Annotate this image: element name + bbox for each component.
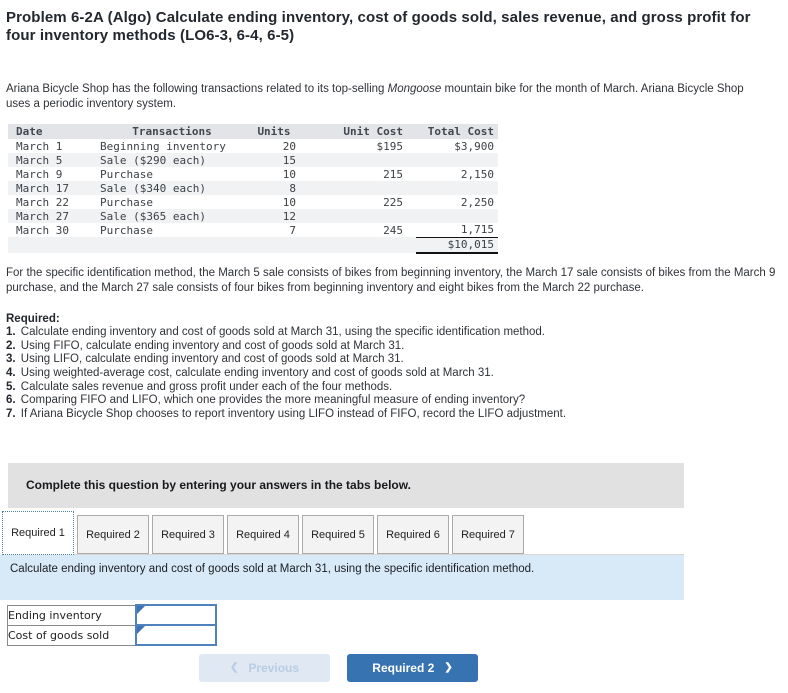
required-item: 1. Calculate ending inventory and cost o… (6, 326, 545, 339)
cost-of-goods-sold-label: Cost of goods sold (7, 624, 136, 646)
required-item: 7. If Ariana Bicycle Shop chooses to rep… (6, 407, 567, 420)
cost-of-goods-sold-input[interactable] (136, 626, 215, 645)
intro-text-pre: Ariana Bicycle Shop has the following tr… (6, 83, 388, 95)
col-header-date: Date (8, 124, 98, 139)
previous-button[interactable]: ❮ Previous (199, 654, 330, 683)
required-heading: Required: (6, 312, 60, 325)
input-corner-marker-icon (136, 626, 145, 635)
table-row: March 22 Purchase 10 225 2,250 (8, 195, 498, 209)
table-row: March 30 Purchase 7 245 1,715 (8, 223, 498, 238)
tab-required-7[interactable]: Required 7 (452, 515, 524, 555)
required-tabs: Required 1 Required 2 Required 3 Require… (2, 511, 684, 556)
cost-of-goods-sold-cell (134, 624, 217, 647)
tab-required-3[interactable]: Required 3 (152, 515, 224, 555)
col-header-units: Units (246, 124, 308, 139)
answer-table: Ending inventory Cost of goods sold (7, 604, 217, 647)
tab-required-2[interactable]: Required 2 (77, 515, 149, 555)
required-item: 5. Calculate sales revenue and gross pro… (6, 380, 393, 393)
problem-page: Problem 6-2A (Algo) Calculate ending inv… (0, 0, 788, 693)
required-item: 6. Comparing FIFO and LIFO, which one pr… (6, 394, 526, 407)
table-row: March 27 Sale ($365 each) 12 (8, 209, 498, 223)
chevron-left-icon: ❮ (229, 662, 239, 674)
footer-navigation: ❮ Previous Required 2 ❯ (199, 654, 788, 683)
input-corner-marker-icon (136, 606, 145, 615)
required-section: Required: 1. Calculate ending inventory … (6, 313, 788, 422)
col-header-transactions: Transactions (98, 124, 246, 139)
ending-inventory-label: Ending inventory (7, 604, 136, 626)
tab-required-1[interactable]: Required 1 (2, 511, 74, 556)
table-row: March 1 Beginning inventory 20 $195 $3,9… (8, 139, 498, 153)
answer-row: Ending inventory (7, 604, 217, 627)
table-row: March 17 Sale ($340 each) 8 (8, 181, 498, 195)
required-item: 3. Using LIFO, calculate ending inventor… (6, 353, 404, 366)
table-row: March 9 Purchase 10 215 2,150 (8, 167, 498, 181)
intro-paragraph: Ariana Bicycle Shop has the following tr… (6, 82, 756, 111)
next-button-label: Required 2 (372, 661, 435, 676)
answer-row: Cost of goods sold (7, 624, 217, 647)
required-2-next-button[interactable]: Required 2 ❯ (347, 654, 478, 683)
tab-instruction-box: Calculate ending inventory and cost of g… (0, 555, 684, 601)
tab-required-5[interactable]: Required 5 (302, 515, 374, 555)
table-total-row: $10,015 (8, 237, 498, 254)
transactions-table: Date Transactions Units Unit Cost Total … (8, 124, 498, 254)
table-total-cost: $10,015 (416, 237, 498, 254)
page-title: Problem 6-2A (Algo) Calculate ending inv… (6, 9, 751, 44)
ending-inventory-input[interactable] (136, 606, 215, 625)
col-header-unit-cost: Unit Cost (308, 124, 416, 139)
required-item: 2. Using FIFO, calculate ending inventor… (6, 339, 405, 352)
col-header-total-cost: Total Cost (416, 124, 498, 139)
tab-required-6[interactable]: Required 6 (377, 515, 449, 555)
ending-inventory-cell (134, 604, 217, 627)
chevron-right-icon: ❯ (444, 662, 453, 674)
required-item: 4. Using weighted-average cost, calculat… (6, 366, 494, 379)
intro-text-italic: Mongoose (387, 83, 442, 95)
complete-question-banner: Complete this question by entering your … (8, 463, 684, 509)
tab-required-4[interactable]: Required 4 (227, 515, 299, 555)
specific-identification-paragraph: For the specific identification method, … (6, 267, 776, 294)
table-header-row: Date Transactions Units Unit Cost Total … (8, 124, 498, 139)
previous-button-label: Previous (248, 661, 300, 676)
table-row: March 5 Sale ($290 each) 15 (8, 153, 498, 167)
